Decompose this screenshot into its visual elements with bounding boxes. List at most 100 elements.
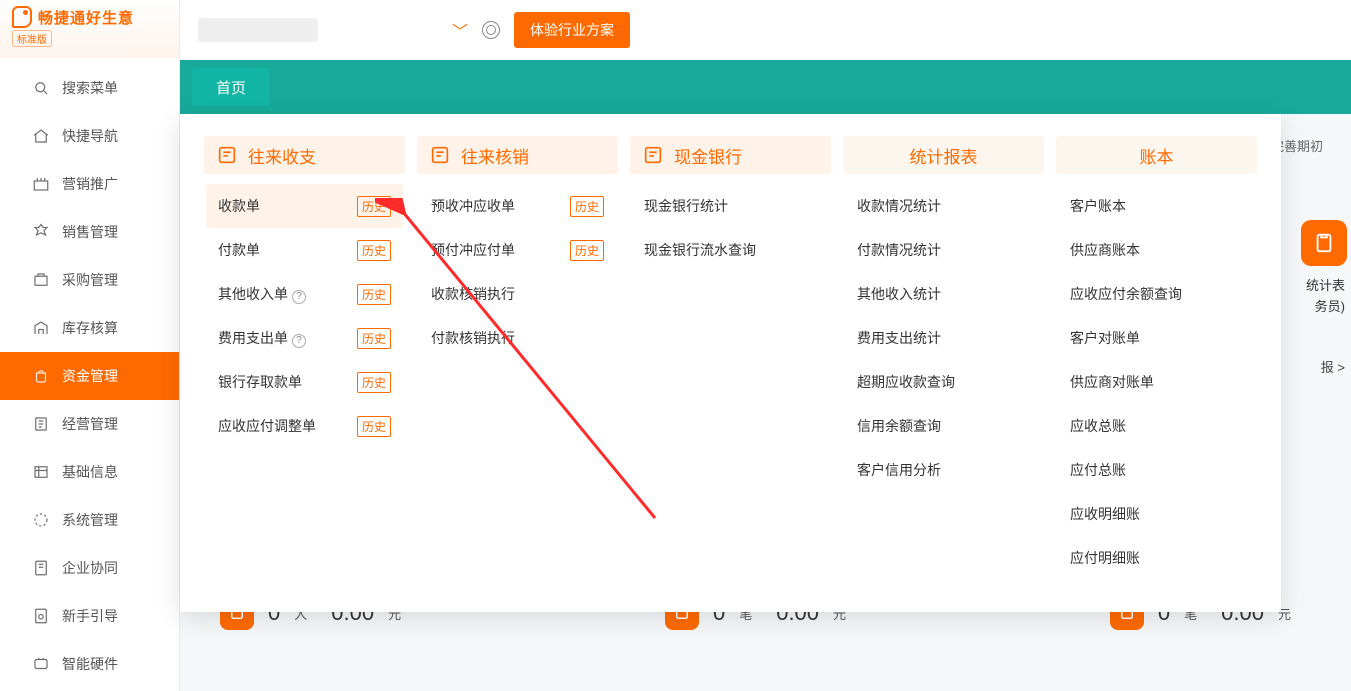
mega-item[interactable]: 客户对账单 bbox=[1058, 316, 1255, 360]
sidebar-item-1[interactable]: 快捷导航 bbox=[0, 112, 179, 160]
mega-item[interactable]: 收款情况统计 bbox=[845, 184, 1042, 228]
mega-item[interactable]: 其他收入单? 历史 bbox=[206, 272, 403, 316]
nav-icon bbox=[32, 271, 50, 289]
help-icon[interactable]: ? bbox=[292, 334, 306, 348]
nav-label: 搜索菜单 bbox=[62, 78, 118, 98]
floating-action[interactable] bbox=[1301, 220, 1347, 266]
col-title: 统计报表 bbox=[910, 143, 978, 168]
sidebar-item-12[interactable]: 智能硬件 bbox=[0, 640, 179, 688]
history-tag[interactable]: 历史 bbox=[357, 328, 391, 349]
mega-col-items: 现金银行统计现金银行流水查询 bbox=[630, 174, 831, 282]
mega-item[interactable]: 信用余额查询 bbox=[845, 404, 1042, 448]
mega-item-label: 现金银行流水查询 bbox=[644, 240, 756, 260]
mega-item[interactable]: 银行存取款单历史 bbox=[206, 360, 403, 404]
mega-col-3: 统计报表收款情况统计付款情况统计其他收入统计费用支出统计超期应收款查询信用余额查… bbox=[843, 136, 1044, 590]
mega-item[interactable]: 供应商对账单 bbox=[1058, 360, 1255, 404]
mega-item-label: 收款情况统计 bbox=[857, 196, 941, 216]
mega-item[interactable]: 现金银行统计 bbox=[632, 184, 829, 228]
history-tag[interactable]: 历史 bbox=[357, 196, 391, 217]
mega-item[interactable]: 预收冲应收单历史 bbox=[419, 184, 616, 228]
mega-item-label: 客户对账单 bbox=[1070, 328, 1140, 348]
sidebar-item-0[interactable]: 搜索菜单 bbox=[0, 64, 179, 112]
nav-icon bbox=[32, 463, 50, 481]
help-icon[interactable]: ? bbox=[292, 290, 306, 304]
clipboard-icon bbox=[1313, 232, 1335, 254]
mega-item[interactable]: 客户账本 bbox=[1058, 184, 1255, 228]
mega-item[interactable]: 应收应付调整单历史 bbox=[206, 404, 403, 448]
mega-item[interactable]: 供应商账本 bbox=[1058, 228, 1255, 272]
sidebar-item-11[interactable]: 新手引导 bbox=[0, 592, 179, 640]
mega-item[interactable]: 现金银行流水查询 bbox=[632, 228, 829, 272]
mega-item-label: 其他收入单? bbox=[218, 284, 306, 304]
mega-item-label: 其他收入统计 bbox=[857, 284, 941, 304]
mega-item-label: 客户账本 bbox=[1070, 196, 1126, 216]
mega-item-label: 收款单 bbox=[218, 196, 260, 216]
logo-text: 畅捷通好生意 bbox=[38, 7, 134, 28]
mega-item-label: 应付总账 bbox=[1070, 460, 1126, 480]
mega-item-label: 供应商账本 bbox=[1070, 240, 1140, 260]
mega-item[interactable]: 其他收入统计 bbox=[845, 272, 1042, 316]
history-tag[interactable]: 历史 bbox=[570, 240, 604, 261]
col-title: 账本 bbox=[1140, 143, 1174, 168]
nav-icon bbox=[32, 127, 50, 145]
mega-item[interactable]: 费用支出统计 bbox=[845, 316, 1042, 360]
mega-item[interactable]: 费用支出单? 历史 bbox=[206, 316, 403, 360]
mega-col-items: 收款情况统计付款情况统计其他收入统计费用支出统计超期应收款查询信用余额查询客户信… bbox=[843, 174, 1044, 502]
sidebar-item-7[interactable]: 经营管理 bbox=[0, 400, 179, 448]
mega-item[interactable]: 应付总账 bbox=[1058, 448, 1255, 492]
mega-item-label: 费用支出单? bbox=[218, 328, 306, 348]
chevron-down-icon[interactable]: ﹀ bbox=[452, 18, 468, 42]
mega-item[interactable]: 应付明细账 bbox=[1058, 536, 1255, 580]
sidebar-item-9[interactable]: 系统管理 bbox=[0, 496, 179, 544]
nav-label: 库存核算 bbox=[62, 318, 118, 338]
nav-icon bbox=[32, 223, 50, 241]
nav-label: 营销推广 bbox=[62, 174, 118, 194]
mega-item[interactable]: 收款单 历史 bbox=[206, 184, 403, 228]
history-tag[interactable]: 历史 bbox=[357, 240, 391, 261]
gear-icon[interactable] bbox=[482, 21, 500, 39]
mega-item[interactable]: 应收明细账 bbox=[1058, 492, 1255, 536]
nav-icon bbox=[32, 79, 50, 97]
nav-label: 采购管理 bbox=[62, 270, 118, 290]
mega-col-head: 统计报表 bbox=[843, 136, 1044, 174]
mega-item-label: 现金银行统计 bbox=[644, 196, 728, 216]
mega-item[interactable]: 超期应收款查询 bbox=[845, 360, 1042, 404]
mega-item-label: 应收应付余额查询 bbox=[1070, 284, 1182, 304]
sidebar-item-3[interactable]: 销售管理 bbox=[0, 208, 179, 256]
mega-item[interactable]: 应收应付余额查询 bbox=[1058, 272, 1255, 316]
report-link[interactable]: 报 > bbox=[1306, 358, 1345, 379]
mega-item-label: 应付明细账 bbox=[1070, 548, 1140, 568]
org-name-obscured bbox=[198, 18, 318, 42]
mega-item[interactable]: 预付冲应付单历史 bbox=[419, 228, 616, 272]
logo-icon bbox=[12, 6, 32, 28]
mega-item-label: 付款单 bbox=[218, 240, 260, 260]
mega-item-label: 付款核销执行 bbox=[431, 328, 515, 348]
edition-badge: 标准版 bbox=[12, 30, 52, 47]
mega-item[interactable]: 付款情况统计 bbox=[845, 228, 1042, 272]
tab-home[interactable]: 首页 bbox=[192, 68, 270, 106]
history-tag[interactable]: 历史 bbox=[357, 416, 391, 437]
sidebar-item-8[interactable]: 基础信息 bbox=[0, 448, 179, 496]
cta-button[interactable]: 体验行业方案 bbox=[514, 12, 630, 48]
nav-icon bbox=[32, 367, 50, 385]
history-tag[interactable]: 历史 bbox=[570, 196, 604, 217]
mega-col-2: 现金银行现金银行统计现金银行流水查询 bbox=[630, 136, 831, 590]
sidebar-item-4[interactable]: 采购管理 bbox=[0, 256, 179, 304]
history-tag[interactable]: 历史 bbox=[357, 284, 391, 305]
nav-label: 快捷导航 bbox=[62, 126, 118, 146]
mega-item-label: 信用余额查询 bbox=[857, 416, 941, 436]
mega-item[interactable]: 付款核销执行 bbox=[419, 316, 616, 360]
mega-item[interactable]: 应收总账 bbox=[1058, 404, 1255, 448]
sidebar-item-5[interactable]: 库存核算 bbox=[0, 304, 179, 352]
nav-label: 智能硬件 bbox=[62, 654, 118, 674]
mega-item[interactable]: 客户信用分析 bbox=[845, 448, 1042, 492]
sidebar-item-10[interactable]: 企业协同 bbox=[0, 544, 179, 592]
history-tag[interactable]: 历史 bbox=[357, 372, 391, 393]
sidebar-item-2[interactable]: 营销推广 bbox=[0, 160, 179, 208]
mega-col-1: 往来核销预收冲应收单历史预付冲应付单历史收款核销执行付款核销执行 bbox=[417, 136, 618, 590]
tab-strip: 首页 bbox=[180, 60, 1351, 114]
mega-item[interactable]: 付款单 历史 bbox=[206, 228, 403, 272]
nav-icon bbox=[32, 607, 50, 625]
mega-item[interactable]: 收款核销执行 bbox=[419, 272, 616, 316]
sidebar-item-6[interactable]: 资金管理 bbox=[0, 352, 179, 400]
